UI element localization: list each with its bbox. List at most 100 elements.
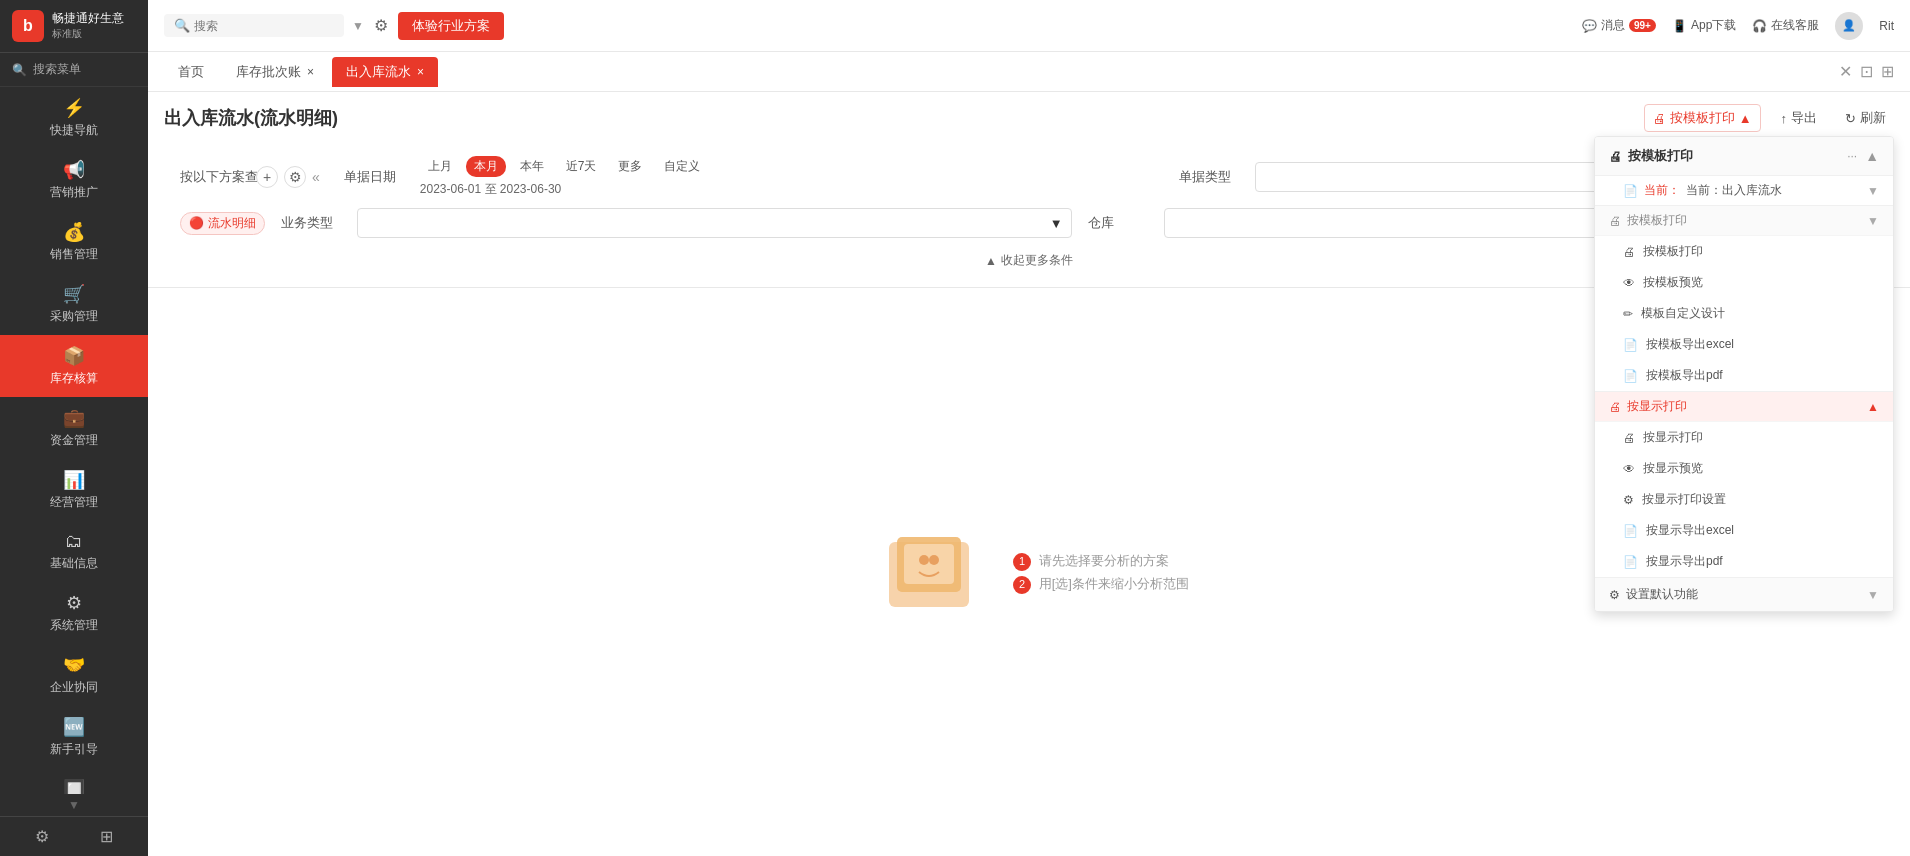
business-type-label: 业务类型: [281, 214, 341, 232]
trial-btn[interactable]: 体验行业方案: [398, 12, 504, 40]
filter-tag-flow[interactable]: 🔴 流水明细: [180, 212, 265, 235]
template-export-excel-item[interactable]: 📄 按模板导出excel: [1595, 329, 1893, 360]
refresh-icon: ↻: [1845, 111, 1856, 126]
message-label: 消息: [1601, 17, 1625, 34]
date-filter-label: 单据日期: [344, 168, 404, 186]
help-bottom-icon[interactable]: ⊞: [100, 827, 113, 846]
tab-flow[interactable]: 出入库流水 ×: [332, 57, 438, 87]
tab-home[interactable]: 首页: [164, 57, 218, 87]
export-btn[interactable]: ↑ 导出: [1773, 105, 1826, 131]
settings-bottom-icon[interactable]: ⚙: [35, 827, 49, 846]
operations-icon: 📊: [63, 469, 85, 491]
sidebar-item-finance[interactable]: 💼 资金管理: [0, 397, 148, 459]
template-export-pdf-item[interactable]: 📄 按模板导出pdf: [1595, 360, 1893, 391]
tab-batch-account[interactable]: 库存批次账 ×: [222, 57, 328, 87]
display-export-excel-label: 按显示导出excel: [1646, 522, 1734, 539]
sidebar-item-purchase[interactable]: 🛒 采购管理: [0, 273, 148, 335]
sidebar-search[interactable]: 🔍 搜索菜单: [0, 53, 148, 87]
page-title-row: 出入库流水(流水明细) 🖨 按模板打印 ▲ ↑ 导出 ↻ 刷新: [164, 104, 1894, 132]
sidebar-item-inventory[interactable]: 📦 库存核算: [0, 335, 148, 397]
sidebar-item-marketing[interactable]: 📢 营销推广: [0, 149, 148, 211]
sidebar-item-basic[interactable]: 🗂 基础信息: [0, 521, 148, 582]
sidebar-item-system[interactable]: ⚙ 系统管理: [0, 582, 148, 644]
sidebar-item-guide[interactable]: 🆕 新手引导: [0, 706, 148, 768]
date-more-btn[interactable]: 更多: [610, 156, 650, 177]
print-dropdown-more-icon[interactable]: ···: [1847, 149, 1857, 163]
current-template-label: 当前：: [1644, 182, 1680, 199]
online-service-btn[interactable]: 🎧 在线客服: [1752, 17, 1819, 34]
template-preview-item-label: 按模板预览: [1643, 274, 1703, 291]
sidebar-item-label: 采购管理: [50, 308, 98, 325]
print-dropdown-body: 📄 当前： 当前：出入库流水 ▼ 🖨 按模板打印 ▼ 🖨 按模板打印: [1595, 176, 1893, 577]
tab-flow-close[interactable]: ×: [417, 65, 424, 79]
date-prev-month-btn[interactable]: 上月: [420, 156, 460, 177]
date-last-7days-btn[interactable]: 近7天: [558, 156, 605, 177]
tab-restore-icon[interactable]: ⊡: [1860, 62, 1873, 81]
page-content: 出入库流水(流水明细) 🖨 按模板打印 ▲ ↑ 导出 ↻ 刷新: [148, 92, 1910, 856]
display-export-pdf-item[interactable]: 📄 按显示导出pdf: [1595, 546, 1893, 577]
date-current-year-btn[interactable]: 本年: [512, 156, 552, 177]
filter-settings-btn[interactable]: ⚙: [284, 166, 306, 188]
display-export-pdf-icon: 📄: [1623, 555, 1638, 569]
display-preview-item[interactable]: 👁 按显示预览: [1595, 453, 1893, 484]
sidebar-item-operations[interactable]: 📊 经营管理: [0, 459, 148, 521]
sidebar-item-label: 资金管理: [50, 432, 98, 449]
svg-point-3: [919, 555, 929, 565]
template-print-item-label: 按模板打印: [1643, 243, 1703, 260]
date-current-month-btn[interactable]: 本月: [466, 156, 506, 177]
display-print-item[interactable]: 🖨 按显示打印: [1595, 422, 1893, 453]
sidebar-item-sales[interactable]: 💰 销售管理: [0, 211, 148, 273]
app-download-btn[interactable]: 📱 App下载: [1672, 17, 1736, 34]
template-print-item[interactable]: 🖨 按模板打印: [1595, 236, 1893, 267]
tab-expand-icon[interactable]: ⊞: [1881, 62, 1894, 81]
template-custom-design-label: 模板自定义设计: [1641, 305, 1725, 322]
template-custom-design-item[interactable]: ✏ 模板自定义设计: [1595, 298, 1893, 329]
sidebar-item-label: 快捷导航: [50, 122, 98, 139]
empty-illustration-svg: [869, 522, 989, 622]
user-name[interactable]: Rit: [1879, 19, 1894, 33]
sidebar-item-cooperation[interactable]: 🤝 企业协同: [0, 644, 148, 706]
marketing-icon: 📢: [63, 159, 85, 181]
print-dropdown-footer[interactable]: ⚙ 设置默认功能 ▼: [1595, 577, 1893, 611]
sidebar: b 畅捷通好生意 标准版 🔍 搜索菜单 ⚡ 快捷导航 📢 营销推广 💰 销售管理…: [0, 0, 148, 856]
refresh-btn[interactable]: ↻ 刷新: [1837, 105, 1894, 131]
filter-tag-icon: 🔴: [189, 216, 204, 230]
tab-batch-account-close[interactable]: ×: [307, 65, 314, 79]
display-print-settings-item[interactable]: ⚙ 按显示打印设置: [1595, 484, 1893, 515]
template-print-section-header: 🖨 按模板打印 ▼: [1595, 206, 1893, 236]
footer-settings-icon: ⚙: [1609, 588, 1620, 602]
print-dropdown-header: 🖨 按模板打印 ··· ▲: [1595, 137, 1893, 176]
app-center-icon: 🔲: [63, 778, 85, 794]
hint-num-1: 1: [1013, 553, 1031, 571]
sidebar-item-app-center[interactable]: 🔲 应用中心: [0, 768, 148, 794]
current-template-row[interactable]: 📄 当前： 当前：出入库流水 ▼: [1595, 176, 1893, 205]
header-dropdown-icon[interactable]: ▼: [352, 19, 364, 33]
template-preview-item[interactable]: 👁 按模板预览: [1595, 267, 1893, 298]
filter-section-label: 按以下方案查询: [180, 168, 240, 186]
print-dropdown-collapse-icon[interactable]: ▲: [1865, 148, 1879, 164]
template-section-collapse-icon[interactable]: ▼: [1867, 214, 1879, 228]
date-custom-btn[interactable]: 自定义: [656, 156, 708, 177]
sidebar-scroll-down[interactable]: ▼: [0, 794, 148, 816]
messages-btn[interactable]: 💬 消息 99+: [1582, 17, 1656, 34]
sidebar-item-quick-nav[interactable]: ⚡ 快捷导航: [0, 87, 148, 149]
display-section-collapse-icon[interactable]: ▲: [1867, 400, 1879, 414]
online-service-label: 在线客服: [1771, 17, 1819, 34]
display-print-item-label: 按显示打印: [1643, 429, 1703, 446]
header-gear-icon[interactable]: ⚙: [374, 16, 388, 35]
filter-add-btn[interactable]: +: [256, 166, 278, 188]
sidebar-item-label: 营销推广: [50, 184, 98, 201]
tab-batch-account-label: 库存批次账: [236, 63, 301, 81]
display-export-excel-icon: 📄: [1623, 524, 1638, 538]
print-template-btn[interactable]: 🖨 按模板打印 ▲: [1644, 104, 1761, 132]
refresh-btn-label: 刷新: [1860, 109, 1886, 127]
business-type-select[interactable]: ▼: [357, 208, 1072, 238]
user-avatar[interactable]: 👤: [1835, 12, 1863, 40]
tab-close-all-icon[interactable]: ✕: [1839, 62, 1852, 81]
header-search-box[interactable]: 🔍: [164, 14, 344, 37]
display-export-excel-item[interactable]: 📄 按显示导出excel: [1595, 515, 1893, 546]
message-icon: 💬: [1582, 19, 1597, 33]
business-type-dropdown-icon: ▼: [1050, 216, 1063, 231]
search-input[interactable]: [194, 19, 294, 33]
filter-collapse-left-icon[interactable]: «: [312, 169, 320, 185]
